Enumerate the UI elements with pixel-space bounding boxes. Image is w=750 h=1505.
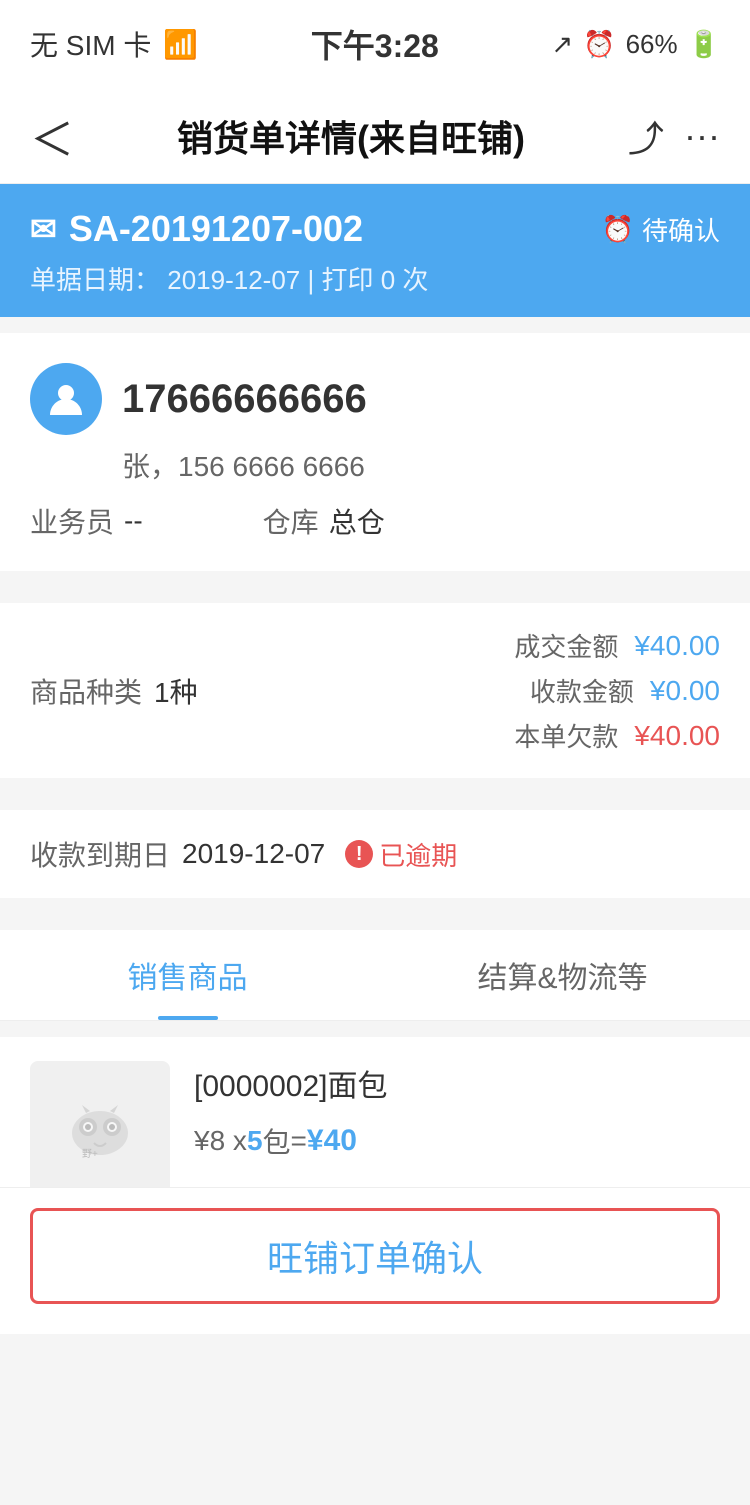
nav-bar: ＜ 销货单详情(来自旺铺) ⤴ ··· xyxy=(0,88,750,184)
product-name: [0000002]面包 xyxy=(194,1061,720,1105)
customer-section: 17666666666 张，156 6666 6666 业务员 -- 仓库 总仓 xyxy=(0,333,750,571)
unit-text: 包 xyxy=(263,1121,291,1161)
location-icon: ↗ xyxy=(551,29,573,60)
warehouse-value: 总仓 xyxy=(329,501,385,541)
deal-amount-label: 成交金额 xyxy=(514,627,618,664)
owed-amount-item: 本单欠款 ¥40.00 xyxy=(514,717,720,754)
order-icon: ✉ xyxy=(30,210,57,248)
order-id: ✉ SA-20191207-002 xyxy=(30,208,363,250)
product-type-value: 1种 xyxy=(154,671,198,711)
product-info: [0000002]面包 ¥8 x 5 包 = ¥40 xyxy=(194,1061,720,1161)
overdue-dot-icon: ! xyxy=(345,840,373,868)
back-button[interactable]: ＜ xyxy=(30,104,74,168)
order-date: 单据日期： 2019-12-07 | 打印 0 次 xyxy=(30,260,720,297)
owed-amount-value: ¥40.00 xyxy=(634,720,720,752)
overdue-text: 已逾期 xyxy=(379,836,457,873)
received-amount-value: ¥0.00 xyxy=(650,675,720,707)
status-clock-icon: ⏰ xyxy=(602,214,634,245)
status-text: 待确认 xyxy=(642,211,720,248)
due-section: 收款到期日 2019-12-07 ! 已逾期 xyxy=(0,810,750,898)
price-text: ¥8 x xyxy=(194,1125,247,1157)
amount-left: 商品种类 1种 xyxy=(30,671,198,711)
tab-sales-product-label: 销售商品 xyxy=(128,953,248,997)
status-left: 无 SIM 卡 📶 xyxy=(30,24,198,64)
product-type-label: 商品种类 xyxy=(30,671,142,711)
order-id-text: SA-20191207-002 xyxy=(69,208,363,250)
battery-text: 66% xyxy=(626,29,678,60)
deal-amount-value: ¥40.00 xyxy=(634,630,720,662)
more-icon[interactable]: ··· xyxy=(684,115,720,157)
product-price-row: ¥8 x 5 包 = ¥40 xyxy=(194,1121,720,1161)
share-icon[interactable]: ⤴ xyxy=(628,110,664,162)
carrier-text: 无 SIM 卡 xyxy=(30,24,151,64)
product-logo-icon: 野+ xyxy=(60,1101,140,1161)
equals-text: = xyxy=(291,1125,307,1157)
battery-icon: 🔋 xyxy=(688,29,720,60)
warehouse-label: 仓库 xyxy=(263,501,319,541)
due-date: 2019-12-07 xyxy=(182,838,325,870)
avatar xyxy=(30,363,102,435)
page-title: 销货单详情(来自旺铺) xyxy=(177,110,525,162)
deal-amount-item: 成交金额 ¥40.00 xyxy=(514,627,720,664)
amount-right: 成交金额 ¥40.00 收款金额 ¥0.00 本单欠款 ¥40.00 xyxy=(514,627,720,754)
tab-sales-product[interactable]: 销售商品 xyxy=(0,930,375,1020)
customer-row: 17666666666 xyxy=(30,363,720,435)
customer-meta: 业务员 -- 仓库 总仓 xyxy=(30,501,720,541)
clock: 下午3:28 xyxy=(311,21,439,67)
status-bar: 无 SIM 卡 📶 下午3:28 ↗ ⏰ 66% 🔋 xyxy=(0,0,750,88)
status-badge: ⏰ 待确认 xyxy=(602,211,720,248)
alarm-icon: ⏰ xyxy=(583,29,615,60)
customer-name: 张，156 6666 6666 xyxy=(122,445,720,485)
tabs-section: 销售商品 结算&物流等 xyxy=(0,930,750,1021)
header-card: ✉ SA-20191207-002 ⏰ 待确认 单据日期： 2019-12-07… xyxy=(0,184,750,317)
owed-amount-label: 本单欠款 xyxy=(514,717,618,754)
product-item: 野+ [0000002]面包 ¥8 x 5 包 = ¥40 xyxy=(30,1061,720,1201)
salesperson-value: -- xyxy=(124,505,143,537)
customer-phone: 17666666666 xyxy=(122,377,367,422)
tab-underline xyxy=(158,1016,218,1020)
amount-section: 商品种类 1种 成交金额 ¥40.00 收款金额 ¥0.00 本单欠款 ¥40.… xyxy=(0,603,750,778)
quantity-highlight: 5 xyxy=(247,1125,263,1157)
svg-text:野+: 野+ xyxy=(82,1148,98,1160)
nav-actions: ⤴ ··· xyxy=(628,110,720,162)
received-amount-label: 收款金额 xyxy=(530,672,634,709)
total-price: ¥40 xyxy=(307,1124,357,1158)
salesperson-label: 业务员 xyxy=(30,501,114,541)
due-label: 收款到期日 xyxy=(30,834,170,874)
status-right: ↗ ⏰ 66% 🔋 xyxy=(551,29,720,60)
tabs-header: 销售商品 结算&物流等 xyxy=(0,930,750,1021)
tab-settlement-label: 结算&物流等 xyxy=(477,953,647,997)
product-image: 野+ xyxy=(30,1061,170,1201)
amount-row: 商品种类 1种 成交金额 ¥40.00 收款金额 ¥0.00 本单欠款 ¥40.… xyxy=(30,627,720,754)
wifi-icon: 📶 xyxy=(163,28,198,61)
confirm-order-button[interactable]: 旺铺订单确认 xyxy=(30,1208,720,1304)
confirm-button-wrap: 旺铺订单确认 xyxy=(0,1187,750,1334)
received-amount-item: 收款金额 ¥0.00 xyxy=(530,672,720,709)
tab-settlement[interactable]: 结算&物流等 xyxy=(375,930,750,1020)
overdue-badge: ! 已逾期 xyxy=(345,836,457,873)
